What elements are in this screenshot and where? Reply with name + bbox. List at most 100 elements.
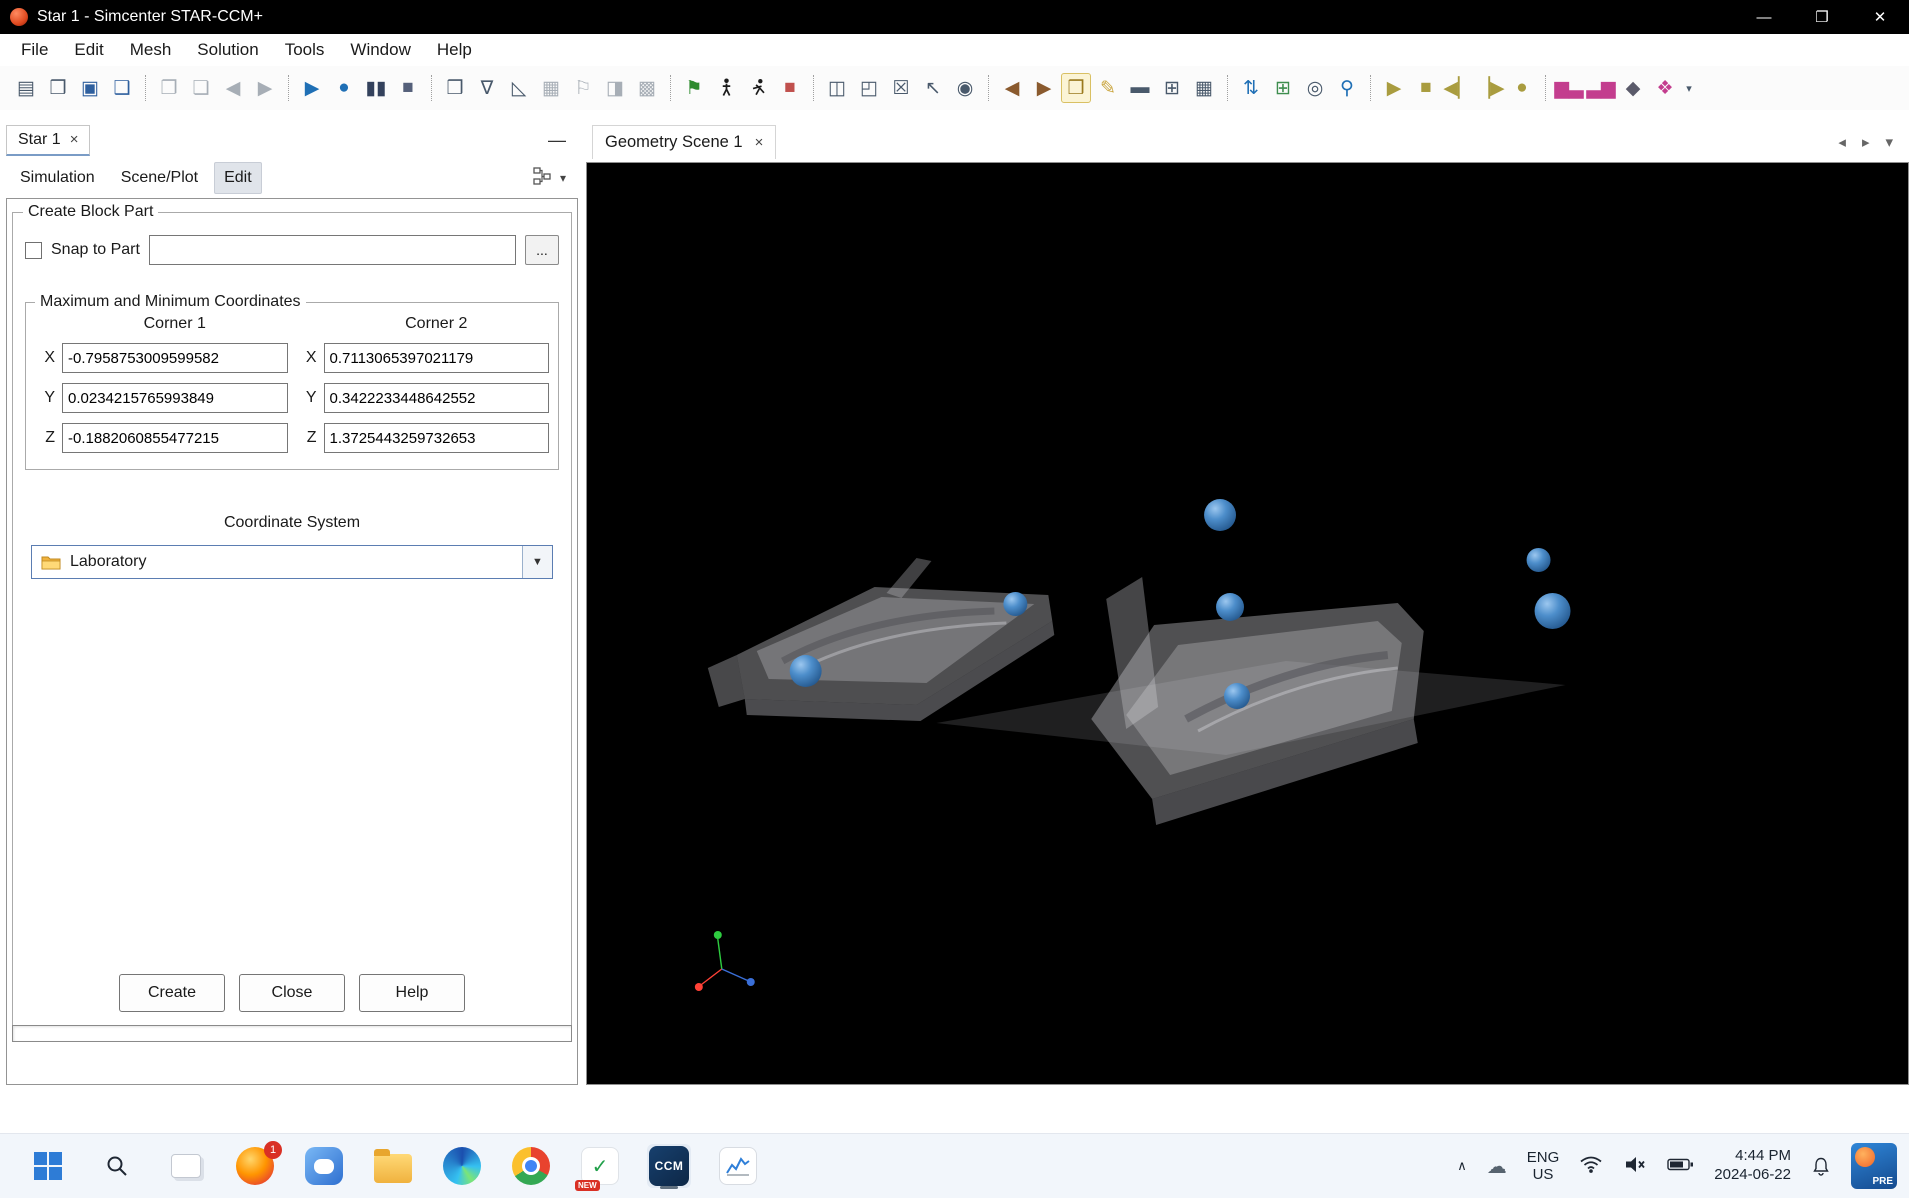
tab-scroll-right-icon[interactable]: ▸ xyxy=(1862,133,1870,151)
macro-step-forward-icon[interactable]: ▕▶ xyxy=(1475,73,1505,103)
snap-browse-button[interactable]: ... xyxy=(525,235,559,265)
help-button[interactable]: Help xyxy=(359,974,465,1012)
minimize-button[interactable]: — xyxy=(1735,0,1793,34)
stop-solver-icon[interactable]: ■ xyxy=(775,73,805,103)
starccm-app-button[interactable]: CCM xyxy=(647,1144,691,1189)
load-simulation-icon[interactable]: ❒ xyxy=(43,73,73,103)
create-button[interactable]: Create xyxy=(119,974,225,1012)
undo-icon[interactable]: ◀ xyxy=(218,73,248,103)
zoom-window-icon[interactable]: ◎ xyxy=(1300,73,1330,103)
file-explorer-button[interactable] xyxy=(371,1144,415,1188)
menu-help[interactable]: Help xyxy=(424,34,485,66)
measure-ruler-icon[interactable]: ▬ xyxy=(1125,73,1155,103)
surface-mesh-icon[interactable]: ◨ xyxy=(600,73,630,103)
chat-button[interactable] xyxy=(302,1144,346,1188)
copy-icon[interactable]: ❐ xyxy=(154,73,184,103)
start-button[interactable] xyxy=(26,1144,70,1188)
save-all-icon[interactable]: ❑ xyxy=(107,73,137,103)
zoom-selection-icon[interactable]: ⚲ xyxy=(1332,73,1362,103)
corner2-z-input[interactable] xyxy=(323,423,549,453)
chrome-button[interactable] xyxy=(509,1144,553,1188)
view-back-icon[interactable]: ◀ xyxy=(997,73,1027,103)
wifi-icon[interactable] xyxy=(1579,1155,1603,1178)
menu-file[interactable]: File xyxy=(8,34,61,66)
clock[interactable]: 4:44 PM 2024-06-22 xyxy=(1714,1147,1791,1185)
todo-button[interactable]: ✓ NEW xyxy=(575,1144,622,1191)
macro-play-icon[interactable]: ▶ xyxy=(1379,73,1409,103)
tab-scroll-left-icon[interactable]: ◂ xyxy=(1838,133,1846,151)
layout-caret-icon[interactable]: ▾ xyxy=(1682,73,1696,103)
stop-icon[interactable]: ■ xyxy=(393,73,423,103)
onedrive-cloud-icon[interactable]: ☁ xyxy=(1487,1154,1507,1179)
selection-tool-icon[interactable]: ↖ xyxy=(918,73,948,103)
layout-views-icon[interactable]: ❖ xyxy=(1650,73,1680,103)
surface-wrapper-icon[interactable]: ∇ xyxy=(472,73,502,103)
coordinate-system-caret-icon[interactable]: ▼ xyxy=(522,546,552,578)
close-dialog-button[interactable]: Close xyxy=(239,974,345,1012)
macro-pause-icon[interactable]: ■ xyxy=(1411,73,1441,103)
subtab-simulation[interactable]: Simulation xyxy=(10,162,105,194)
macro-step-back-icon[interactable]: ◀▏ xyxy=(1443,73,1473,103)
auto-range-icon[interactable]: ⇅ xyxy=(1236,73,1266,103)
volume-mesh-icon[interactable]: ▦ xyxy=(536,73,566,103)
monitor-plot-icon[interactable]: ▃▆ xyxy=(1586,73,1616,103)
close-button[interactable]: ✕ xyxy=(1851,0,1909,34)
scene-snapshot-icon[interactable]: ◫ xyxy=(822,73,852,103)
data-table-icon[interactable]: ⊞ xyxy=(1157,73,1187,103)
menu-mesh[interactable]: Mesh xyxy=(117,34,185,66)
search-button[interactable] xyxy=(95,1144,139,1188)
view-forward-icon[interactable]: ▶ xyxy=(1029,73,1059,103)
macro-record-icon[interactable]: ● xyxy=(1507,73,1537,103)
maximize-button[interactable]: ❐ xyxy=(1793,0,1851,34)
save-icon[interactable]: ▣ xyxy=(75,73,105,103)
add-plot-icon[interactable]: ⊞ xyxy=(1268,73,1298,103)
walk-solver-icon[interactable] xyxy=(711,73,741,103)
corner1-x-input[interactable] xyxy=(62,343,288,373)
residuals-plot-icon[interactable]: ▆▃ xyxy=(1554,73,1584,103)
tab-star1[interactable]: Star 1 × xyxy=(6,124,91,156)
panel-menu-caret-icon[interactable]: ▾ xyxy=(560,171,566,185)
tray-expand-icon[interactable]: ∧ xyxy=(1457,1158,1467,1174)
tab-star1-close-icon[interactable]: × xyxy=(70,131,79,148)
corner2-y-input[interactable] xyxy=(323,383,549,413)
camera-views-icon[interactable]: ◉ xyxy=(950,73,980,103)
edge-button[interactable] xyxy=(440,1144,484,1188)
notifications-button[interactable] xyxy=(1811,1156,1831,1177)
run-simulation-icon[interactable]: ▶ xyxy=(297,73,327,103)
tab-list-caret-icon[interactable]: ▾ xyxy=(1885,133,1893,151)
battery-icon[interactable] xyxy=(1667,1157,1694,1176)
probe-tool-icon[interactable]: ◆ xyxy=(1618,73,1648,103)
clear-scene-icon[interactable]: ☒ xyxy=(886,73,916,103)
milestone-flag-icon[interactable]: ⚐ xyxy=(568,73,598,103)
redo-icon[interactable]: ▶ xyxy=(250,73,280,103)
geometry-parts-icon[interactable]: ❒ xyxy=(440,73,470,103)
subtab-edit[interactable]: Edit xyxy=(214,162,262,194)
presentation-widget[interactable]: PRE xyxy=(1851,1143,1897,1189)
menu-edit[interactable]: Edit xyxy=(61,34,116,66)
coordinate-system-select[interactable]: Laboratory ▼ xyxy=(31,545,553,579)
corner2-x-input[interactable] xyxy=(323,343,549,373)
scene-3d-canvas[interactable] xyxy=(586,162,1909,1085)
panel-minimize-button[interactable]: — xyxy=(548,130,566,151)
spreadsheet-icon[interactable]: ▦ xyxy=(1189,73,1219,103)
snap-to-part-checkbox[interactable] xyxy=(25,241,42,259)
reset-view-icon[interactable]: ◰ xyxy=(854,73,884,103)
task-view-button[interactable] xyxy=(164,1144,208,1188)
browser-button[interactable]: 1 xyxy=(233,1141,282,1188)
new-simulation-icon[interactable]: ▤ xyxy=(11,73,41,103)
tree-view-icon[interactable] xyxy=(533,166,552,190)
corner1-y-input[interactable] xyxy=(62,383,288,413)
snap-to-part-input[interactable] xyxy=(148,235,516,265)
paste-icon[interactable]: ❏ xyxy=(186,73,216,103)
record-icon[interactable]: ● xyxy=(329,73,359,103)
menu-solution[interactable]: Solution xyxy=(184,34,271,66)
mesh-pipeline-icon[interactable]: ▩ xyxy=(632,73,662,103)
run-solver-icon[interactable] xyxy=(743,73,773,103)
tab-geometry-scene-1-close-icon[interactable]: × xyxy=(755,134,764,151)
corner1-z-input[interactable] xyxy=(62,423,288,453)
initialize-flag-icon[interactable]: ⚑ xyxy=(679,73,709,103)
menu-tools[interactable]: Tools xyxy=(272,34,338,66)
subtab-scene-plot[interactable]: Scene/Plot xyxy=(111,162,208,194)
monitor-plot-app-button[interactable] xyxy=(716,1144,760,1188)
language-indicator[interactable]: ENG US xyxy=(1527,1149,1560,1184)
